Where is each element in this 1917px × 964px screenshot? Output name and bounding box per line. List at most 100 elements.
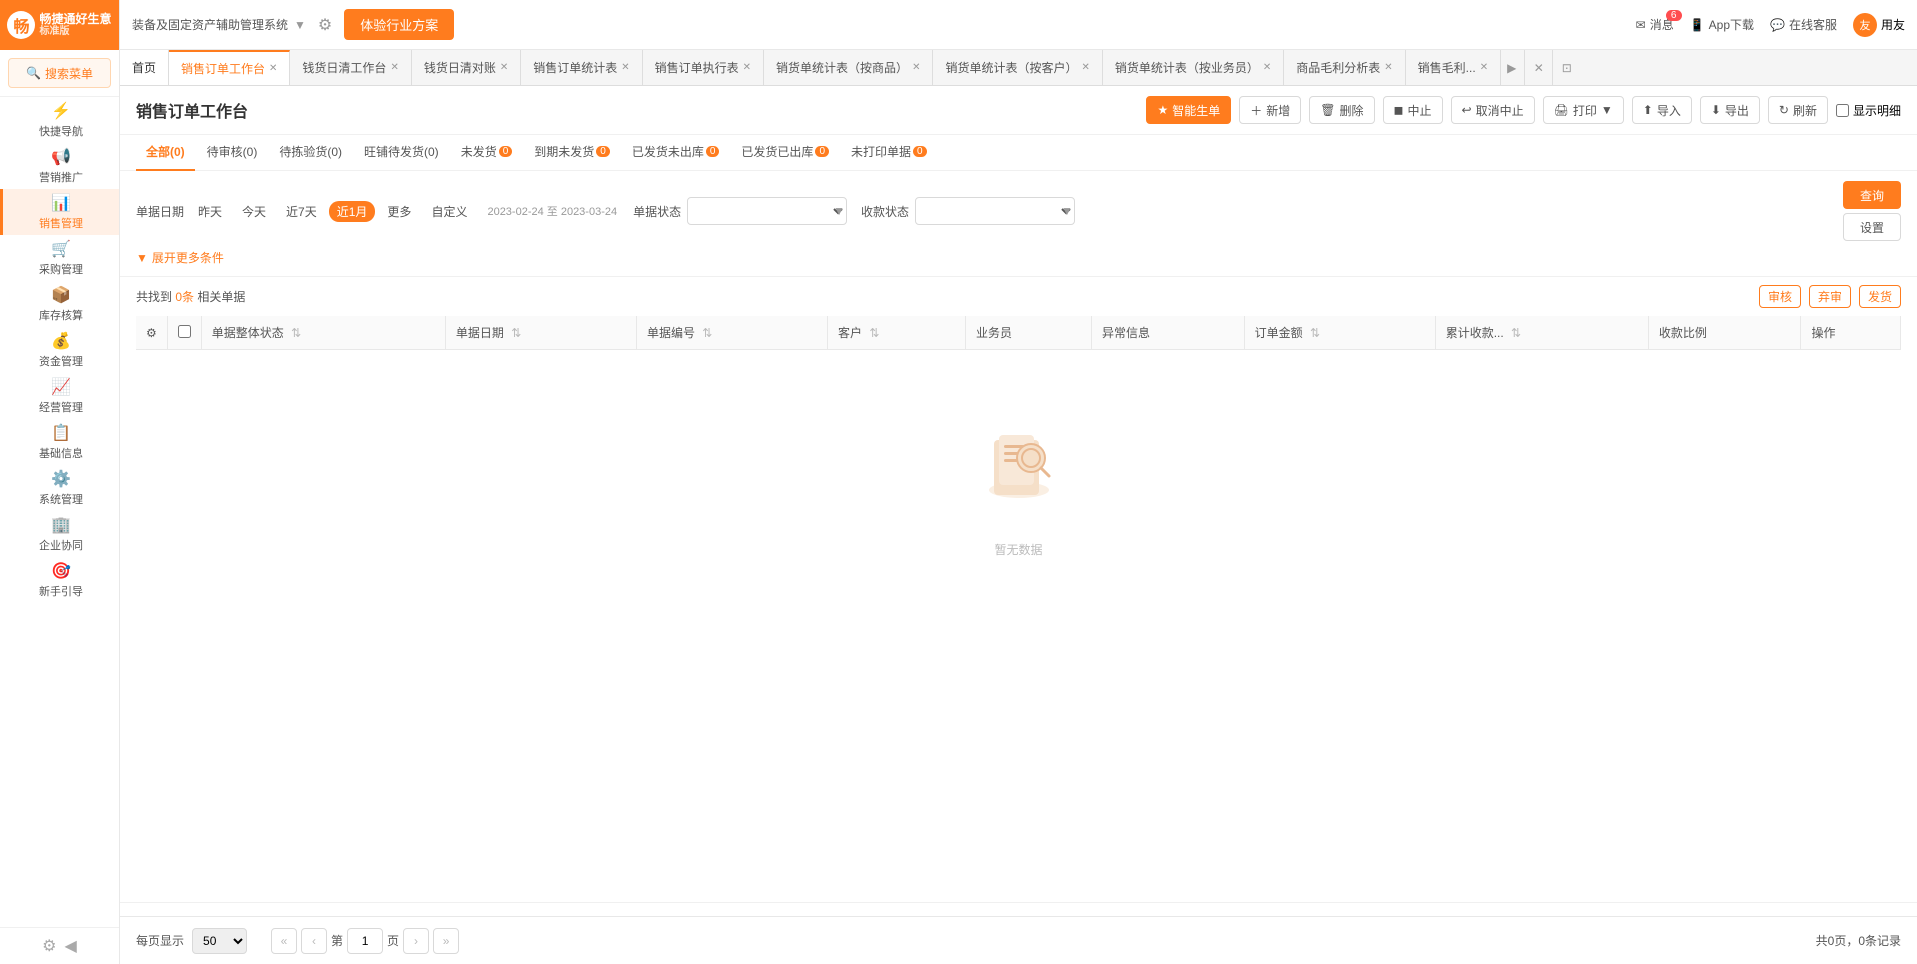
import-button[interactable]: ⬆ 导入 — [1632, 96, 1692, 124]
sub-tab-pending-check[interactable]: 待拣验货(0) — [269, 135, 352, 171]
tab-cash-reconcile[interactable]: 钱货日清对账 ✕ — [412, 50, 521, 86]
sidebar-item-marketing[interactable]: 📢 营销推广 — [0, 143, 119, 189]
select-all-checkbox[interactable] — [178, 325, 191, 338]
tab-close-sales-workbench[interactable]: ✕ — [269, 63, 277, 74]
sub-tab-not-printed[interactable]: 未打印单据 0 — [841, 135, 937, 171]
star-icon: ★ — [1157, 103, 1168, 117]
tab-close-sales-stats[interactable]: ✕ — [621, 62, 629, 73]
sidebar-item-finance[interactable]: 💰 资金管理 — [0, 327, 119, 373]
tab-sales-customer-stats[interactable]: 销货单统计表（按客户） ✕ — [933, 50, 1102, 86]
system-selector[interactable]: 装备及固定资产辅助管理系统 ▼ — [132, 16, 306, 33]
horizontal-scrollbar[interactable] — [120, 902, 1917, 916]
sidebar-item-inventory[interactable]: 📦 库存核算 — [0, 281, 119, 327]
tab-close-cash-reconcile[interactable]: ✕ — [500, 62, 508, 73]
sort-date-icon[interactable]: ⇅ — [511, 326, 521, 340]
prev-page-button[interactable]: ‹ — [301, 928, 327, 954]
delete-button[interactable]: 🗑 删除 — [1309, 96, 1374, 124]
tab-close-sales-exec[interactable]: ✕ — [743, 62, 751, 73]
ship-button[interactable]: 发货 — [1859, 285, 1901, 308]
expand-filter-button[interactable]: ▼ 展开更多条件 — [136, 249, 224, 266]
pagination-nav: « ‹ 第 页 › » — [271, 928, 459, 954]
refresh-button[interactable]: ↻ 刷新 — [1768, 96, 1828, 124]
query-button[interactable]: 查询 — [1843, 181, 1901, 209]
sub-tab-pending-review[interactable]: 待审核(0) — [197, 135, 268, 171]
tab-sales-stats[interactable]: 销售订单统计表 ✕ — [521, 50, 642, 86]
last-page-button[interactable]: » — [433, 928, 459, 954]
sidebar-item-corp[interactable]: 🏢 企业协同 — [0, 511, 119, 557]
sub-tab-not-shipped[interactable]: 未发货 0 — [451, 135, 523, 171]
page-number-input[interactable] — [347, 928, 383, 954]
sort-status-icon[interactable]: ⇅ — [291, 326, 301, 340]
sub-tab-wangpu[interactable]: 旺铺待发货(0) — [354, 135, 449, 171]
approve-button[interactable]: 审核 — [1759, 285, 1801, 308]
next-page-button[interactable]: › — [403, 928, 429, 954]
tab-sales-workbench[interactable]: 销售订单工作台 ✕ — [169, 50, 290, 86]
sub-tab-expired[interactable]: 到期未发货 0 — [524, 135, 620, 171]
sidebar-item-basic-info[interactable]: 📋 基础信息 — [0, 419, 119, 465]
tab-sales-product-stats[interactable]: 销货单统计表（按商品） ✕ — [764, 50, 933, 86]
show-detail-checkbox[interactable] — [1836, 104, 1849, 117]
setting-button[interactable]: 设置 — [1843, 213, 1901, 241]
tab-close-sales-staff-stats[interactable]: ✕ — [1263, 62, 1271, 73]
tab-close-cash-daily[interactable]: ✕ — [390, 62, 398, 73]
add-button[interactable]: ＋ 新增 — [1239, 96, 1301, 124]
date-yesterday[interactable]: 昨天 — [190, 201, 230, 222]
search-menu-button[interactable]: 🔍 搜索菜单 — [8, 58, 111, 88]
col-checkbox[interactable] — [167, 316, 201, 350]
tab-close-goods-margin[interactable]: ✕ — [1384, 62, 1392, 73]
date-today[interactable]: 今天 — [234, 201, 274, 222]
tab-close-sales-more[interactable]: ✕ — [1480, 62, 1488, 73]
sidebar-item-operations[interactable]: 📈 经营管理 — [0, 373, 119, 419]
tab-sales-exec[interactable]: 销售订单执行表 ✕ — [643, 50, 764, 86]
sidebar-item-purchase[interactable]: 🛒 采购管理 — [0, 235, 119, 281]
sort-amount-icon[interactable]: ⇅ — [1310, 326, 1320, 340]
stop-button[interactable]: ◼ 中止 — [1383, 96, 1443, 124]
online-service-button[interactable]: 💬 在线客服 — [1770, 16, 1837, 33]
cancel-approve-button[interactable]: 弃审 — [1809, 285, 1851, 308]
export-button[interactable]: ⬇ 导出 — [1700, 96, 1760, 124]
date-1month[interactable]: 近1月 — [329, 201, 376, 222]
tab-sales-more[interactable]: 销售毛利... ✕ — [1406, 50, 1501, 86]
topbar-gear-icon[interactable]: ⚙ — [318, 15, 332, 35]
print-button[interactable]: 🖨 打印 ▼ — [1543, 96, 1624, 124]
settings-gear-icon[interactable]: ⚙ — [42, 936, 56, 956]
app-download-button[interactable]: 📱 App下载 — [1690, 16, 1754, 33]
tab-close-sales-customer-stats[interactable]: ✕ — [1081, 62, 1089, 73]
col-exception: 异常信息 — [1092, 316, 1245, 350]
date-custom[interactable]: 自定义 — [423, 201, 475, 222]
sub-tab-shipped-out[interactable]: 已发货已出库 0 — [731, 135, 839, 171]
col-status: 单据整体状态 ⇅ — [201, 316, 445, 350]
tabbar-restore-button[interactable]: ⊡ — [1552, 50, 1580, 86]
page-size-select[interactable]: 20 50 100 — [192, 928, 247, 954]
tab-cash-daily[interactable]: 钱货日清工作台 ✕ — [290, 50, 411, 86]
sub-tab-shipped-out-label: 已发货已出库 — [741, 143, 813, 160]
date-more[interactable]: 更多 — [379, 201, 419, 222]
sidebar-item-system[interactable]: ⚙️ 系统管理 — [0, 465, 119, 511]
tab-close-sales-product-stats[interactable]: ✕ — [912, 62, 920, 73]
sub-tab-all[interactable]: 全部(0) — [136, 135, 195, 171]
payment-select[interactable] — [915, 197, 1075, 225]
cancel-stop-button[interactable]: ↩ 取消中止 — [1451, 96, 1535, 124]
trial-button[interactable]: 体验行业方案 — [344, 9, 454, 40]
sidebar-item-quick-nav[interactable]: ⚡ 快捷导航 — [0, 97, 119, 143]
sidebar-item-sales[interactable]: 📊 销售管理 — [0, 189, 119, 235]
status-select[interactable] — [687, 197, 847, 225]
collapse-icon[interactable]: ◀ — [65, 936, 77, 956]
show-detail-toggle[interactable]: 显示明细 — [1836, 102, 1901, 119]
tabbar-more-button[interactable]: ▶ — [1501, 61, 1522, 75]
first-page-button[interactable]: « — [271, 928, 297, 954]
date-7days[interactable]: 近7天 — [278, 201, 325, 222]
user-menu[interactable]: 友 用友 — [1853, 13, 1905, 37]
smart-create-button[interactable]: ★ 智能生单 — [1146, 96, 1231, 124]
tabbar-close-all-button[interactable]: ✕ — [1524, 50, 1552, 86]
sort-number-icon[interactable]: ⇅ — [702, 326, 712, 340]
sort-received-icon[interactable]: ⇅ — [1511, 326, 1521, 340]
sort-customer-icon[interactable]: ⇅ — [869, 326, 879, 340]
tab-home[interactable]: 首页 — [120, 50, 169, 86]
sub-tab-shipped-not-out[interactable]: 已发货未出库 0 — [622, 135, 730, 171]
sidebar-item-guide[interactable]: 🎯 新手引导 — [0, 557, 119, 603]
tab-sales-staff-stats[interactable]: 销货单统计表（按业务员） ✕ — [1103, 50, 1284, 86]
col-gear[interactable]: ⚙ — [136, 316, 167, 350]
tab-goods-margin[interactable]: 商品毛利分析表 ✕ — [1284, 50, 1405, 86]
message-button[interactable]: ✉ 消息 6 — [1636, 16, 1674, 33]
